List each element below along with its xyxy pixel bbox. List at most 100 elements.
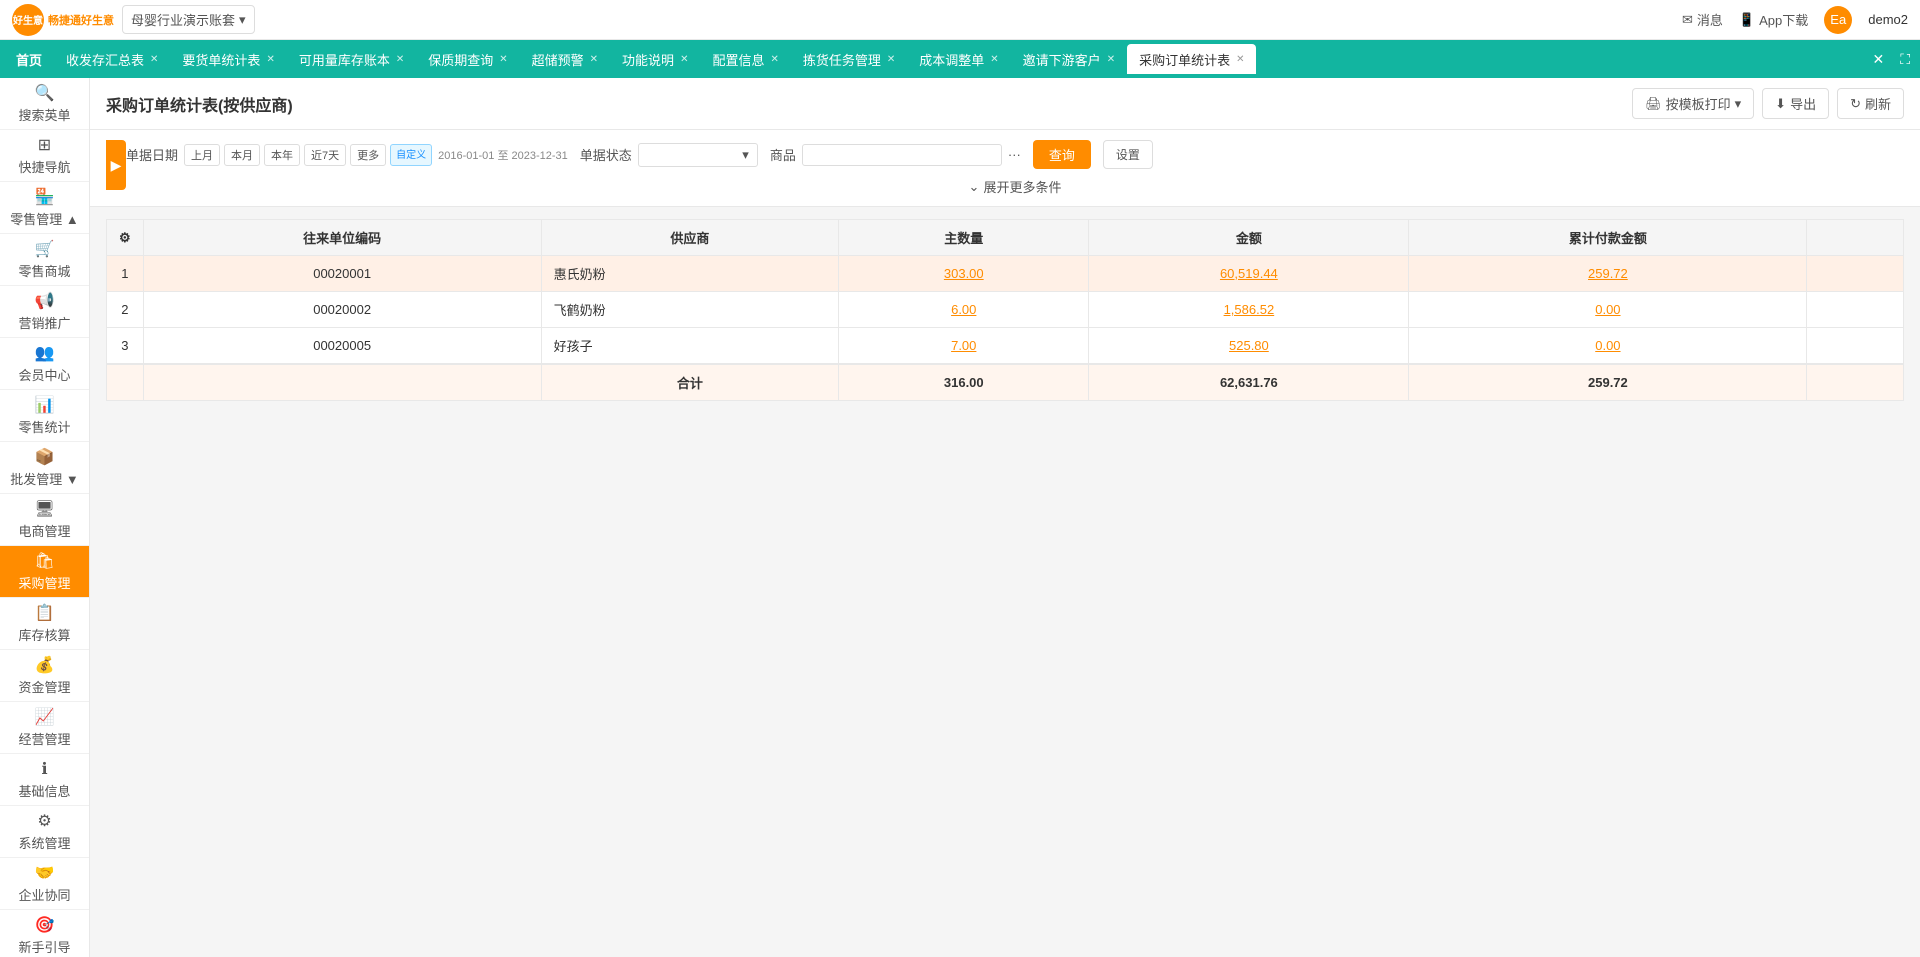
app-download-icon: 📱 bbox=[1739, 12, 1755, 28]
tab-home-label: 首页 bbox=[16, 50, 42, 69]
sidebar-item-collab[interactable]: 🤝 企业协同 bbox=[0, 858, 89, 910]
table-row[interactable]: 2 00020002 飞鹤奶粉 6.00 1,586.52 0.00 bbox=[107, 292, 1904, 328]
query-btn[interactable]: 查询 bbox=[1033, 140, 1091, 169]
tab-収発存-close[interactable]: ✕ bbox=[150, 54, 158, 65]
message-btn[interactable]: ✉ 消息 bbox=[1682, 10, 1723, 29]
tab-采购[interactable]: 采购订单统计表 ✕ bbox=[1127, 44, 1256, 74]
print-btn[interactable]: 🖨 按模板打印 ▾ bbox=[1632, 88, 1754, 119]
footer-empty2 bbox=[143, 364, 541, 401]
goods-more-icon[interactable]: ··· bbox=[1008, 147, 1021, 162]
sidebar-retail-mgmt-label: 零售管理 ▲ bbox=[10, 209, 78, 228]
expand-more-btn[interactable]: ⌄ 展开更多条件 bbox=[969, 177, 1062, 196]
sidebar-item-purchase[interactable]: 🛍 采购管理 bbox=[0, 546, 89, 598]
sidebar-item-retail-stats[interactable]: 📊 零售统计 bbox=[0, 390, 89, 442]
sidebar-item-member[interactable]: 👥 会员中心 bbox=[0, 338, 89, 390]
tab-可用量[interactable]: 可用量库存账本 ✕ bbox=[287, 44, 416, 74]
shortcut-this-month[interactable]: 本月 bbox=[224, 144, 260, 166]
settings-btn[interactable]: 设置 bbox=[1103, 140, 1153, 169]
sidebar-item-ecommerce[interactable]: 🖥 电商管理 bbox=[0, 494, 89, 546]
tab-功能-close[interactable]: ✕ bbox=[680, 54, 688, 65]
shortcut-more[interactable]: 更多 bbox=[350, 144, 386, 166]
tab-超储[interactable]: 超储预警 ✕ bbox=[520, 44, 610, 74]
nav-close-btn[interactable]: ✕ bbox=[1866, 49, 1890, 70]
sidebar-item-ops[interactable]: 📈 经营管理 bbox=[0, 702, 89, 754]
row-quantity[interactable]: 303.00 bbox=[839, 256, 1089, 292]
tab-要货单[interactable]: 要货单统计表 ✕ bbox=[170, 44, 286, 74]
row-paid[interactable]: 259.72 bbox=[1409, 256, 1807, 292]
main-layout: 🔍 搜索英单 ⊞ 快捷导航 🏪 零售管理 ▲ 🛒 零售商城 📢 营销推广 👥 会… bbox=[0, 78, 1920, 957]
tab-保质期[interactable]: 保质期查询 ✕ bbox=[416, 44, 519, 74]
tab-邀请-label: 邀请下游客户 bbox=[1023, 50, 1101, 69]
sidebar-item-nav[interactable]: ⊞ 快捷导航 bbox=[0, 130, 89, 182]
tab-収発存[interactable]: 收发存汇总表 ✕ bbox=[54, 44, 170, 74]
shortcut-7days[interactable]: 近7天 bbox=[304, 144, 346, 166]
tab-成本-close[interactable]: ✕ bbox=[990, 54, 998, 65]
table-body: 1 00020001 惠氏奶粉 303.00 60,519.44 259.72 … bbox=[107, 256, 1904, 365]
tab-要货单-close[interactable]: ✕ bbox=[266, 54, 274, 65]
top-bar-left: 好生意 畅捷通好生意 母婴行业演示账套 ▾ bbox=[12, 4, 255, 36]
table-row[interactable]: 1 00020001 惠氏奶粉 303.00 60,519.44 259.72 bbox=[107, 256, 1904, 292]
workspace-selector[interactable]: 母婴行业演示账套 ▾ bbox=[122, 5, 255, 34]
row-code: 00020005 bbox=[143, 328, 541, 365]
footer-row: 合计 316.00 62,631.76 259.72 bbox=[107, 364, 1904, 401]
tab-可用量-close[interactable]: ✕ bbox=[396, 54, 404, 65]
date-shortcuts: 上月 本月 本年 近7天 更多 自定义 bbox=[184, 144, 432, 166]
tab-配置-close[interactable]: ✕ bbox=[770, 54, 778, 65]
expand-sidebar-btn[interactable]: ▶ bbox=[106, 140, 126, 190]
tab-超储-close[interactable]: ✕ bbox=[590, 54, 598, 65]
inventory-icon: 📋 bbox=[35, 603, 55, 623]
app-download-btn[interactable]: 📱 App下载 bbox=[1739, 10, 1808, 29]
sidebar-item-basic[interactable]: ℹ 基础信息 bbox=[0, 754, 89, 806]
tab-功能[interactable]: 功能说明 ✕ bbox=[610, 44, 700, 74]
th-code: 往来单位编码 bbox=[143, 220, 541, 256]
user-initial: Ea bbox=[1830, 12, 1846, 27]
filter-content: 单据日期 上月 本月 本年 近7天 更多 自定义 2016-01-01 至 20… bbox=[126, 140, 1904, 196]
guide-icon: 🎯 bbox=[35, 915, 55, 935]
status-select[interactable]: ▾ bbox=[638, 143, 758, 167]
tab-拣货-close[interactable]: ✕ bbox=[887, 54, 895, 65]
tab-拣货[interactable]: 拣货任务管理 ✕ bbox=[791, 44, 907, 74]
status-chevron-icon: ▾ bbox=[742, 147, 749, 163]
nav-expand-btn[interactable]: ⛶ bbox=[1894, 49, 1916, 70]
row-amount[interactable]: 1,586.52 bbox=[1089, 292, 1409, 328]
sidebar-item-finance[interactable]: 💰 资金管理 bbox=[0, 650, 89, 702]
tab-邀请-close[interactable]: ✕ bbox=[1107, 54, 1115, 65]
sidebar-item-inventory[interactable]: 📋 库存核算 bbox=[0, 598, 89, 650]
tab-保质期-close[interactable]: ✕ bbox=[499, 54, 507, 65]
tab-配置[interactable]: 配置信息 ✕ bbox=[700, 44, 790, 74]
refresh-btn[interactable]: ↻ 刷新 bbox=[1837, 88, 1904, 119]
ops-icon: 📈 bbox=[35, 707, 55, 727]
row-quantity[interactable]: 6.00 bbox=[839, 292, 1089, 328]
row-paid[interactable]: 0.00 bbox=[1409, 292, 1807, 328]
shortcut-this-year[interactable]: 本年 bbox=[264, 144, 300, 166]
user-avatar[interactable]: Ea bbox=[1824, 6, 1852, 34]
row-paid[interactable]: 0.00 bbox=[1409, 328, 1807, 365]
row-amount[interactable]: 60,519.44 bbox=[1089, 256, 1409, 292]
wholesale-icon: 📦 bbox=[35, 447, 55, 467]
th-extra bbox=[1807, 220, 1904, 256]
table-head: ⚙ 往来单位编码 供应商 主数量 金额 累计付款金额 bbox=[107, 220, 1904, 256]
sidebar-item-search[interactable]: 🔍 搜索英单 bbox=[0, 78, 89, 130]
page-title: 采购订单统计表(按供应商) bbox=[106, 92, 293, 116]
sidebar-item-marketing[interactable]: 📢 营销推广 bbox=[0, 286, 89, 338]
sidebar-item-wholesale[interactable]: 📦 批发管理 ▼ bbox=[0, 442, 89, 494]
goods-input[interactable] bbox=[802, 144, 1002, 166]
shortcut-last-month[interactable]: 上月 bbox=[184, 144, 220, 166]
export-btn[interactable]: ⬇ 导出 bbox=[1762, 88, 1829, 119]
tab-成本[interactable]: 成本调整单 ✕ bbox=[907, 44, 1010, 74]
row-quantity[interactable]: 7.00 bbox=[839, 328, 1089, 365]
message-label: 消息 bbox=[1697, 10, 1723, 29]
tab-采购-close[interactable]: ✕ bbox=[1236, 54, 1244, 65]
tab-邀请[interactable]: 邀请下游客户 ✕ bbox=[1011, 44, 1127, 74]
sidebar-item-retail-mgmt[interactable]: 🏪 零售管理 ▲ bbox=[0, 182, 89, 234]
member-icon: 👥 bbox=[35, 343, 55, 363]
table-row[interactable]: 3 00020005 好孩子 7.00 525.80 0.00 bbox=[107, 328, 1904, 365]
basic-icon: ℹ bbox=[41, 759, 47, 779]
sidebar-item-guide[interactable]: 🎯 新手引导 bbox=[0, 910, 89, 957]
sidebar-item-system[interactable]: ⚙ 系统管理 bbox=[0, 806, 89, 858]
ecommerce-icon: 🖥 bbox=[34, 499, 54, 519]
sidebar-item-retail-shop[interactable]: 🛒 零售商城 bbox=[0, 234, 89, 286]
finance-icon: 💰 bbox=[35, 655, 55, 675]
row-amount[interactable]: 525.80 bbox=[1089, 328, 1409, 365]
tab-home[interactable]: 首页 bbox=[4, 44, 54, 74]
